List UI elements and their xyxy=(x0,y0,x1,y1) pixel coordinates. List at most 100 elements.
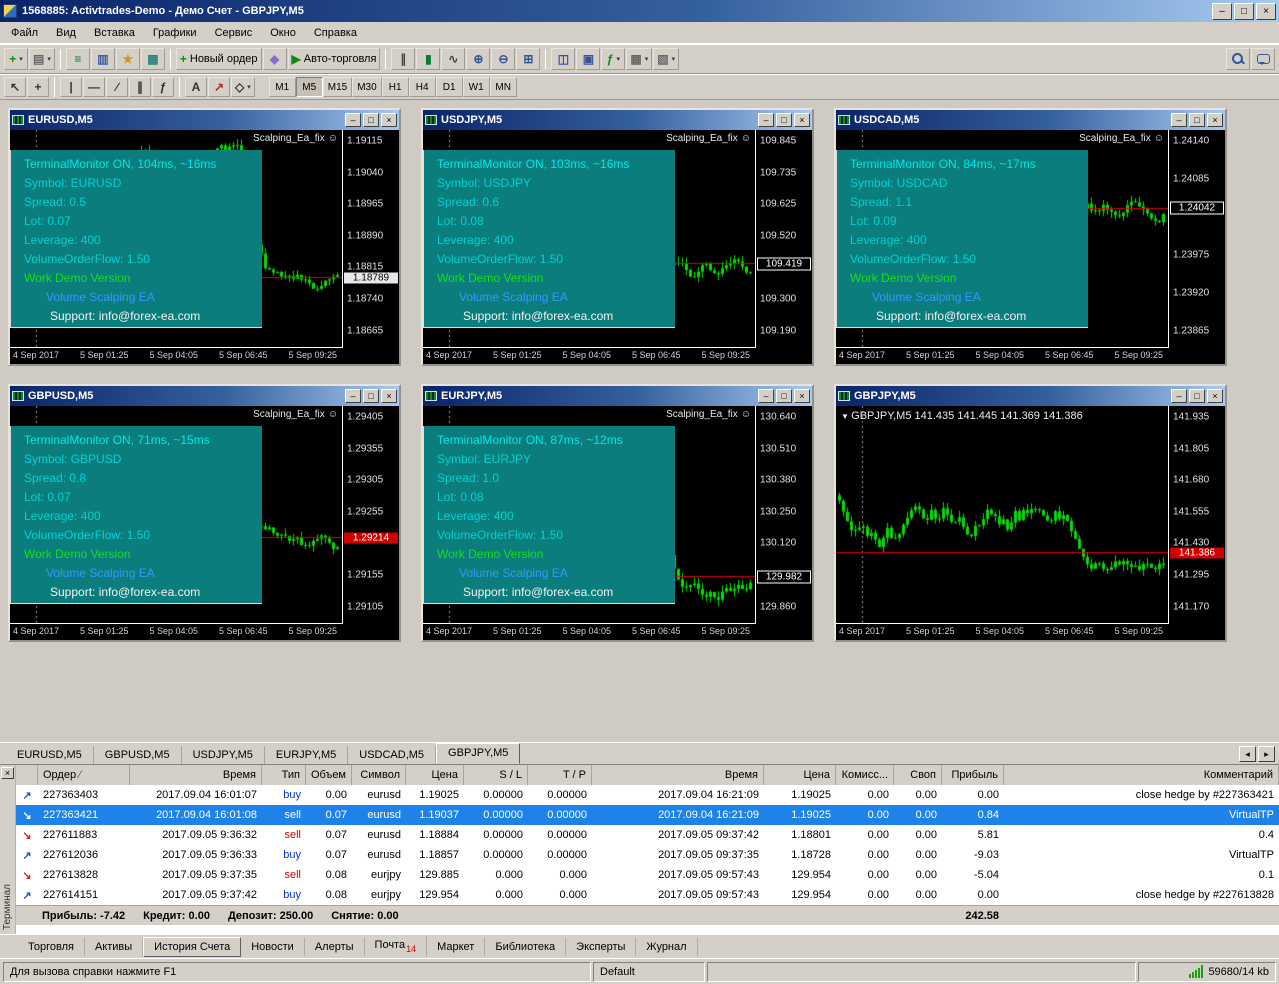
tile-windows-button[interactable]: ⊞ xyxy=(516,48,541,70)
menu-item-0[interactable]: Файл xyxy=(2,24,47,42)
column-header-12[interactable]: Прибыль xyxy=(942,765,1004,785)
cursor-button[interactable]: ↖ xyxy=(4,77,26,97)
arrange-windows-button[interactable]: ◫ xyxy=(551,48,576,70)
order-row-227363421[interactable]: ↘ 227363421 2017.09.04 16:01:08 sell 0.07 eur… xyxy=(16,805,1279,825)
chat-button[interactable] xyxy=(1251,48,1275,70)
fibonacci-button[interactable]: ƒ xyxy=(152,77,174,97)
order-row-227614151[interactable]: ↗ 227614151 2017.09.05 9:37:42 buy 0.08 eurjp… xyxy=(16,885,1279,905)
restore-button[interactable]: □ xyxy=(363,389,379,403)
market-watch-button[interactable]: ≡ xyxy=(65,48,90,70)
chart-tab-USDCAD-M5[interactable]: USDCAD,M5 xyxy=(348,746,437,764)
search-button[interactable] xyxy=(1226,48,1250,70)
zoom-in-button[interactable]: ⊕ xyxy=(466,48,491,70)
column-header-11[interactable]: Своп xyxy=(894,765,942,785)
column-header-9[interactable]: Цена xyxy=(764,765,836,785)
candlestick-chart-button[interactable]: ▮ xyxy=(416,48,441,70)
restore-button[interactable]: □ xyxy=(776,113,792,127)
chart-window-titlebar[interactable]: USDJPY,M5 – □ × xyxy=(423,110,812,130)
chart-plot[interactable]: Scalping_Ea_fix ☺ TerminalMonitor ON, 87ms… xyxy=(423,406,756,624)
tab-scroll-left-button[interactable]: ◂ xyxy=(1239,746,1256,762)
new-order-button[interactable]: + Новый ордер xyxy=(175,48,262,70)
chart-window-titlebar[interactable]: GBPJPY,M5 – □ × xyxy=(836,386,1225,406)
timeframe-H4[interactable]: H4 xyxy=(408,77,436,97)
chart-plot[interactable]: Scalping_Ea_fix ☺ TerminalMonitor ON, 103m… xyxy=(423,130,756,348)
arrow-button[interactable]: ↗ xyxy=(208,77,230,97)
column-header-5[interactable]: Цена xyxy=(406,765,464,785)
chart-window-titlebar[interactable]: EURJPY,M5 – □ × xyxy=(423,386,812,406)
menu-item-6[interactable]: Справка xyxy=(305,24,366,42)
order-row-227612036[interactable]: ↗ 227612036 2017.09.05 9:36:33 buy 0.07 eurus… xyxy=(16,845,1279,865)
minimize-button[interactable]: – xyxy=(758,389,774,403)
cascade-windows-button[interactable]: ▣ xyxy=(576,48,601,70)
restore-button[interactable]: □ xyxy=(776,389,792,403)
profiles-button[interactable]: ▤ ▾ xyxy=(29,48,55,70)
close-button[interactable]: × xyxy=(381,389,397,403)
status-profile[interactable]: Default xyxy=(593,961,705,982)
minimize-button[interactable]: – xyxy=(758,113,774,127)
timeframe-W1[interactable]: W1 xyxy=(462,77,490,97)
titlebar[interactable]: 1568885: Activtrades-Demo - Демо Счет - … xyxy=(0,0,1279,22)
line-chart-button[interactable]: ∿ xyxy=(441,48,466,70)
terminal-button[interactable]: ▦ xyxy=(140,48,165,70)
timeframe-M30[interactable]: M30 xyxy=(352,77,382,97)
close-button[interactable]: × xyxy=(1207,113,1223,127)
terminal-tab-1[interactable]: Активы xyxy=(85,937,144,956)
bar-chart-button[interactable]: ∥ xyxy=(391,48,416,70)
menu-item-1[interactable]: Вид xyxy=(47,24,85,42)
terminal-close-button[interactable]: × xyxy=(1,767,14,779)
timeframe-M5[interactable]: M5 xyxy=(295,77,323,97)
chart-plot[interactable]: Scalping_Ea_fix ☺ TerminalMonitor ON, 104m… xyxy=(10,130,343,348)
menu-item-3[interactable]: Графики xyxy=(144,24,206,42)
terminal-tab-8[interactable]: Эксперты xyxy=(566,937,637,956)
chart-window-titlebar[interactable]: GBPUSD,M5 – □ × xyxy=(10,386,399,406)
close-button[interactable]: × xyxy=(1207,389,1223,403)
expert-advisors-button[interactable]: ◆ xyxy=(262,48,287,70)
terminal-tab-9[interactable]: Журнал xyxy=(636,937,698,956)
menu-item-2[interactable]: Вставка xyxy=(85,24,144,42)
terminal-tab-3[interactable]: Новости xyxy=(241,937,305,956)
chart-plot[interactable]: Scalping_Ea_fix ☺ TerminalMonitor ON, 71ms… xyxy=(10,406,343,624)
column-header-4[interactable]: Символ xyxy=(352,765,406,785)
minimize-button[interactable]: – xyxy=(345,113,361,127)
terminal-tab-2[interactable]: История Счета xyxy=(143,936,242,957)
minimize-button[interactable]: – xyxy=(1171,389,1187,403)
terminal-tab-0[interactable]: Торговля xyxy=(18,937,85,956)
terminal-tab-7[interactable]: Библиотека xyxy=(485,937,567,956)
timeframe-M1[interactable]: M1 xyxy=(268,77,296,97)
order-row-227613828[interactable]: ↘ 227613828 2017.09.05 9:37:35 sell 0.08 eurj… xyxy=(16,865,1279,885)
close-button[interactable]: × xyxy=(1256,2,1276,20)
terminal-tab-4[interactable]: Алерты xyxy=(305,937,365,956)
close-button[interactable]: × xyxy=(794,113,810,127)
chart-tab-GBPUSD-M5[interactable]: GBPUSD,M5 xyxy=(94,746,182,764)
vertical-line-button[interactable]: | xyxy=(60,77,82,97)
close-button[interactable]: × xyxy=(381,113,397,127)
chart-window-titlebar[interactable]: EURUSD,M5 – □ × xyxy=(10,110,399,130)
column-header-10[interactable]: Комисс... xyxy=(836,765,894,785)
data-window-button[interactable]: ▥ xyxy=(90,48,115,70)
restore-button[interactable]: □ xyxy=(1189,113,1205,127)
navigator-button[interactable]: ★ xyxy=(115,48,140,70)
timeframe-M15[interactable]: M15 xyxy=(322,77,353,97)
restore-button[interactable]: □ xyxy=(1234,2,1254,20)
text-button[interactable]: A xyxy=(185,77,207,97)
terminal-tab-6[interactable]: Маркет xyxy=(427,937,486,956)
column-header-1[interactable]: Время xyxy=(130,765,262,785)
menu-item-5[interactable]: Окно xyxy=(261,24,305,42)
close-button[interactable]: × xyxy=(794,389,810,403)
terminal-tab-5[interactable]: Почта14 xyxy=(365,936,428,957)
autotrade-button[interactable]: ▶ Авто-торговля xyxy=(287,48,381,70)
timeframe-MN[interactable]: MN xyxy=(489,77,517,97)
column-header-0[interactable]: Ордер ∕ xyxy=(38,765,130,785)
order-row-227611883[interactable]: ↘ 227611883 2017.09.05 9:36:32 sell 0.07 euru… xyxy=(16,825,1279,845)
minimize-button[interactable]: – xyxy=(1171,113,1187,127)
timeframe-H1[interactable]: H1 xyxy=(381,77,409,97)
minimize-button[interactable]: – xyxy=(1212,2,1232,20)
shapes-button[interactable]: ◇ ▾ xyxy=(231,77,255,97)
trendline-button[interactable]: ∕ xyxy=(106,77,128,97)
chart-window-titlebar[interactable]: USDCAD,M5 – □ × xyxy=(836,110,1225,130)
timeframe-D1[interactable]: D1 xyxy=(435,77,463,97)
tab-scroll-right-button[interactable]: ▸ xyxy=(1258,746,1275,762)
minimize-button[interactable]: – xyxy=(345,389,361,403)
column-header-6[interactable]: S / L xyxy=(464,765,528,785)
templates-button[interactable]: ▧ ▾ xyxy=(653,48,680,70)
